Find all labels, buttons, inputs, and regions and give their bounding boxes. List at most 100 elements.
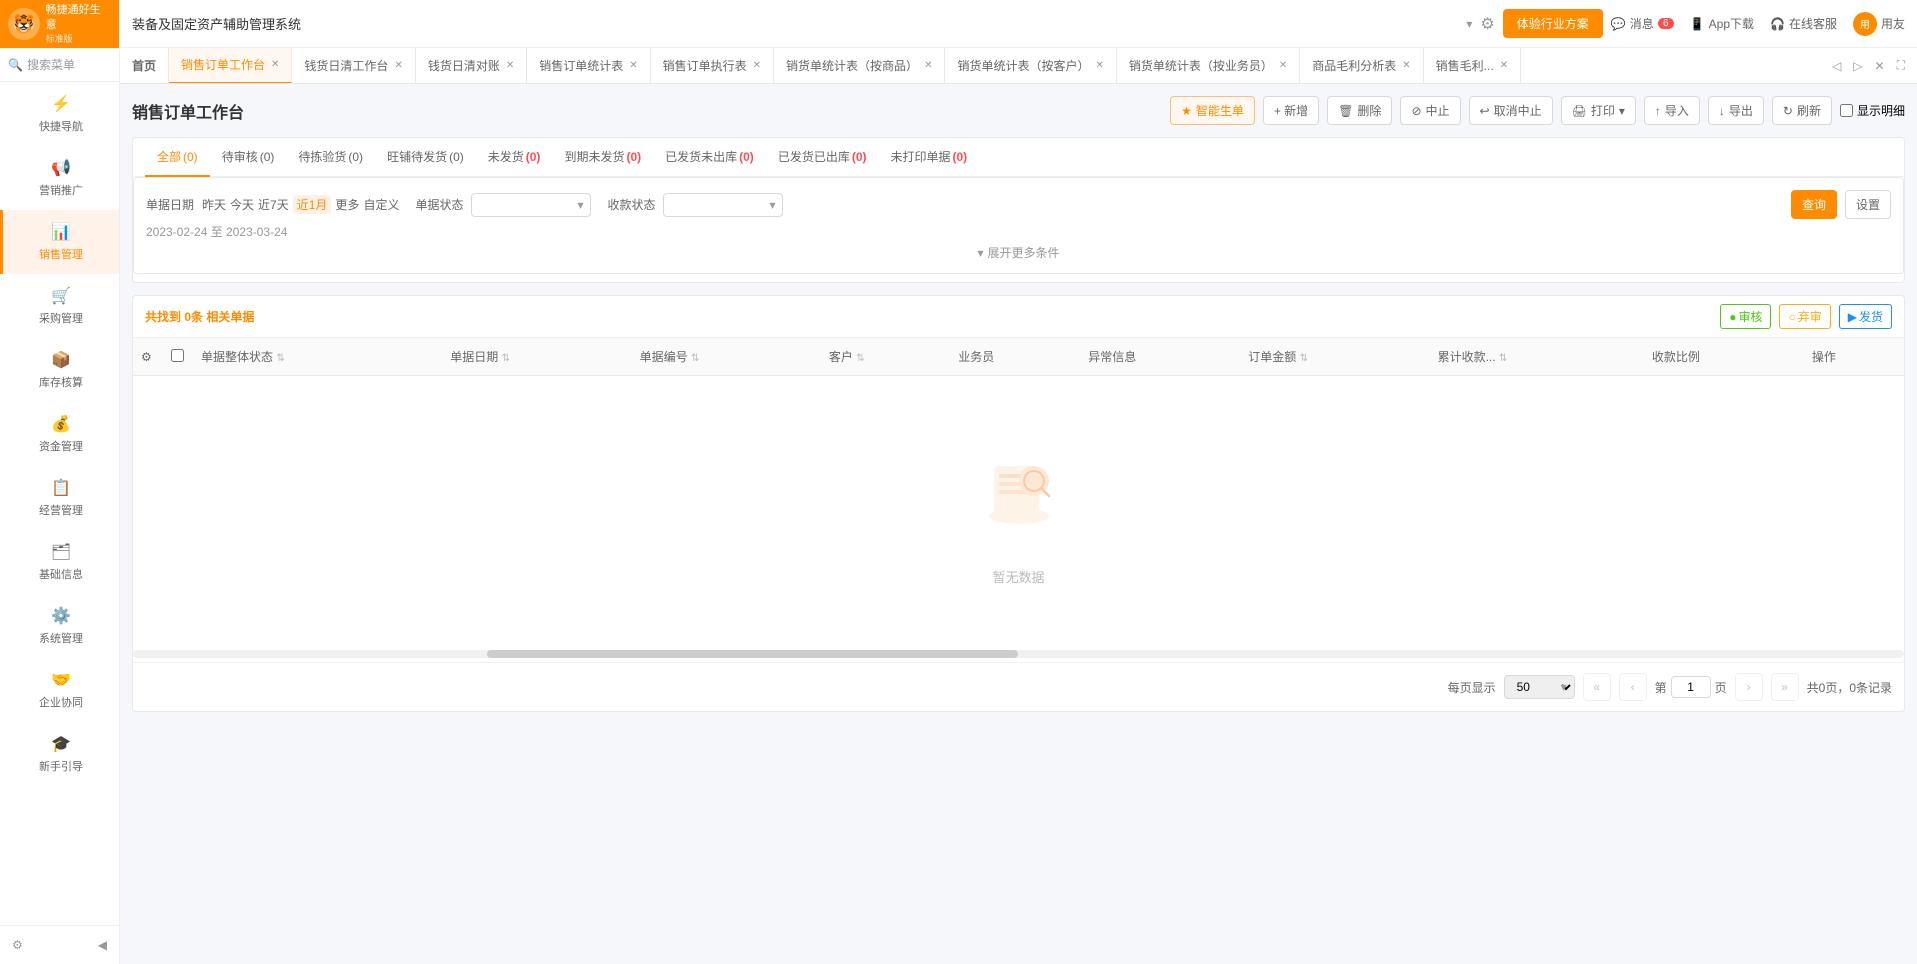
industry-btn[interactable]: 体验行业方案 [1503, 9, 1603, 38]
tab-close-icon[interactable]: ✕ [506, 60, 514, 71]
payment-select[interactable] [663, 193, 783, 217]
tab-margin-analysis[interactable]: 商品毛利分析表 ✕ [1300, 48, 1423, 84]
status-select[interactable] [471, 193, 591, 217]
tab-home[interactable]: 首页 [120, 48, 169, 84]
settings-btn[interactable]: 设置 [1845, 190, 1891, 219]
select-all-checkbox[interactable] [171, 349, 184, 362]
smart-generate-btn[interactable]: ★ 智能生单 [1170, 96, 1255, 125]
sidebar-item-operations[interactable]: 📋 经营管理 [0, 466, 119, 530]
show-detail-checkbox[interactable] [1840, 104, 1853, 117]
app-download-btn[interactable]: 📱 App下载 [1690, 15, 1754, 32]
per-page-select[interactable]: 10 20 50 100 [1504, 675, 1575, 699]
dispatch-btn[interactable]: ▶ 发货 [1839, 304, 1892, 329]
tab-close-icon[interactable]: ✕ [1402, 60, 1410, 71]
sort-icon[interactable]: ⇅ [502, 353, 510, 364]
tab-sales-stats[interactable]: 销售订单统计表 ✕ [527, 48, 650, 84]
user-btn[interactable]: 用 用友 [1853, 12, 1905, 36]
pagination-next-btn[interactable]: › [1735, 673, 1763, 701]
tab-scroll-right-btn[interactable]: ▷ [1849, 57, 1866, 75]
date-option-7days[interactable]: 近7天 [258, 196, 289, 213]
message-btn[interactable]: 💬 消息 6 [1611, 15, 1674, 32]
tab-close-icon[interactable]: ✕ [629, 60, 637, 71]
tab-sales-workbench[interactable]: 销售订单工作台 ✕ [169, 48, 292, 84]
expand-btn[interactable]: ▾ 展开更多条件 [977, 244, 1059, 261]
tab-close-icon[interactable]: ✕ [753, 60, 761, 71]
topbar-chevron-icon[interactable]: ▾ [1466, 17, 1472, 31]
page-number-input[interactable] [1671, 676, 1711, 698]
sidebar-collapse-btn[interactable]: ◀ [94, 934, 111, 956]
tab-close-icon[interactable]: ✕ [1500, 60, 1508, 71]
filter-tab-shop-pending[interactable]: 旺铺待发货(0) [375, 138, 476, 177]
tab-staff-stats[interactable]: 销货单统计表（按业务员） ✕ [1117, 48, 1300, 84]
stop-btn[interactable]: ⊘ 中止 [1400, 96, 1460, 125]
tab-cash-reconcile[interactable]: 钱货日清对账 ✕ [416, 48, 527, 84]
revoke-btn[interactable]: ○ 弃审 [1779, 304, 1830, 329]
sidebar-item-quicknav[interactable]: ⚡ 快捷导航 [0, 82, 119, 146]
date-option-more[interactable]: 更多 [335, 196, 359, 213]
tab-scroll-left-btn[interactable]: ◁ [1828, 57, 1845, 75]
sales-icon: 📊 [51, 222, 71, 242]
sidebar-item-label: 销售管理 [39, 246, 83, 262]
sidebar-item-guide[interactable]: 🎓 新手引导 [0, 722, 119, 786]
sidebar-item-finance[interactable]: 💰 资金管理 [0, 402, 119, 466]
tab-close-icon[interactable]: ✕ [924, 60, 932, 71]
online-service-btn[interactable]: 🎧 在线客服 [1770, 15, 1837, 32]
filter-tab-shipped-not-out[interactable]: 已发货未出库(0) [653, 138, 766, 177]
tab-close-all-btn[interactable]: ✕ [1871, 57, 1889, 75]
date-option-1month[interactable]: 近1月 [293, 195, 332, 214]
tab-close-icon[interactable]: ✕ [1279, 60, 1287, 71]
filter-tab-not-shipped[interactable]: 未发货(0) [476, 138, 553, 177]
tab-cash-goods-daily[interactable]: 钱货日清工作台 ✕ [292, 48, 415, 84]
pagination-last-btn[interactable]: » [1771, 673, 1799, 701]
filter-tab-not-printed[interactable]: 未打印单据(0) [879, 138, 980, 177]
th-checkbox[interactable] [163, 338, 193, 376]
th-settings[interactable]: ⚙ [133, 338, 163, 376]
filter-tab-pending-review[interactable]: 待审核(0) [210, 138, 287, 177]
import-btn[interactable]: ↑ 导入 [1644, 96, 1700, 125]
date-option-today[interactable]: 今天 [230, 196, 254, 213]
scrollbar-thumb[interactable] [487, 650, 1018, 658]
sidebar-item-sales[interactable]: 📊 销售管理 [0, 210, 119, 274]
date-option-custom[interactable]: 自定义 [363, 196, 399, 213]
delete-btn[interactable]: 🗑 删除 [1327, 96, 1392, 125]
horizontal-scrollbar[interactable] [133, 650, 1904, 658]
show-detail-label[interactable]: 显示明细 [1840, 102, 1905, 119]
sidebar-settings-btn[interactable]: ⚙ [8, 934, 27, 956]
sidebar-item-purchase[interactable]: 🛒 采购管理 [0, 274, 119, 338]
tab-close-icon[interactable]: ✕ [1095, 60, 1103, 71]
pagination-first-btn[interactable]: « [1583, 673, 1611, 701]
sidebar-item-marketing[interactable]: 📢 营销推广 [0, 146, 119, 210]
sort-icon[interactable]: ⇅ [1300, 353, 1308, 364]
tab-goods-stats[interactable]: 销货单统计表（按商品） ✕ [774, 48, 945, 84]
refresh-btn[interactable]: ↻ 刷新 [1772, 96, 1832, 125]
cancel-stop-btn[interactable]: ↩ 取消中止 [1469, 96, 1553, 125]
pagination-prev-btn[interactable]: ‹ [1619, 673, 1647, 701]
date-option-yesterday[interactable]: 昨天 [202, 196, 226, 213]
sidebar-search[interactable]: 🔍 搜索菜单 [0, 48, 119, 82]
sort-icon[interactable]: ⇅ [1499, 353, 1507, 364]
query-btn[interactable]: 查询 [1791, 190, 1837, 219]
sidebar-item-cooperation[interactable]: 🤝 企业协同 [0, 658, 119, 722]
sort-icon[interactable]: ⇅ [691, 353, 699, 364]
tab-sales-exec[interactable]: 销售订单执行表 ✕ [651, 48, 774, 84]
basic-icon: 🗂 [51, 542, 71, 562]
sort-icon[interactable]: ⇅ [276, 353, 284, 364]
print-btn[interactable]: 🖨 打印 ▾ [1561, 96, 1636, 125]
sidebar-item-inventory[interactable]: 📦 库存核算 [0, 338, 119, 402]
sidebar-item-system[interactable]: ⚙️ 系统管理 [0, 594, 119, 658]
sort-icon[interactable]: ⇅ [856, 353, 864, 364]
approve-btn[interactable]: ● 审核 [1720, 304, 1771, 329]
filter-tab-all[interactable]: 全部(0) [145, 138, 210, 177]
filter-tab-overdue-not-shipped[interactable]: 到期未发货(0) [552, 138, 653, 177]
add-btn[interactable]: + 新增 [1263, 96, 1319, 125]
tab-customer-stats[interactable]: 销货单统计表（按客户） ✕ [945, 48, 1116, 84]
tab-close-icon[interactable]: ✕ [394, 60, 402, 71]
sidebar-item-basic[interactable]: 🗂 基础信息 [0, 530, 119, 594]
tab-sales-margin[interactable]: 销售毛利... ✕ [1424, 48, 1521, 84]
tab-close-icon[interactable]: ✕ [271, 59, 279, 70]
topbar-settings-icon[interactable]: ⚙ [1480, 14, 1494, 34]
filter-tab-shipped-out[interactable]: 已发货已出库(0) [766, 138, 879, 177]
tab-fullscreen-btn[interactable]: ⛶ [1893, 56, 1909, 75]
export-btn[interactable]: ↓ 导出 [1708, 96, 1764, 125]
filter-tab-pending-inspect[interactable]: 待拣验货(0) [286, 138, 375, 177]
